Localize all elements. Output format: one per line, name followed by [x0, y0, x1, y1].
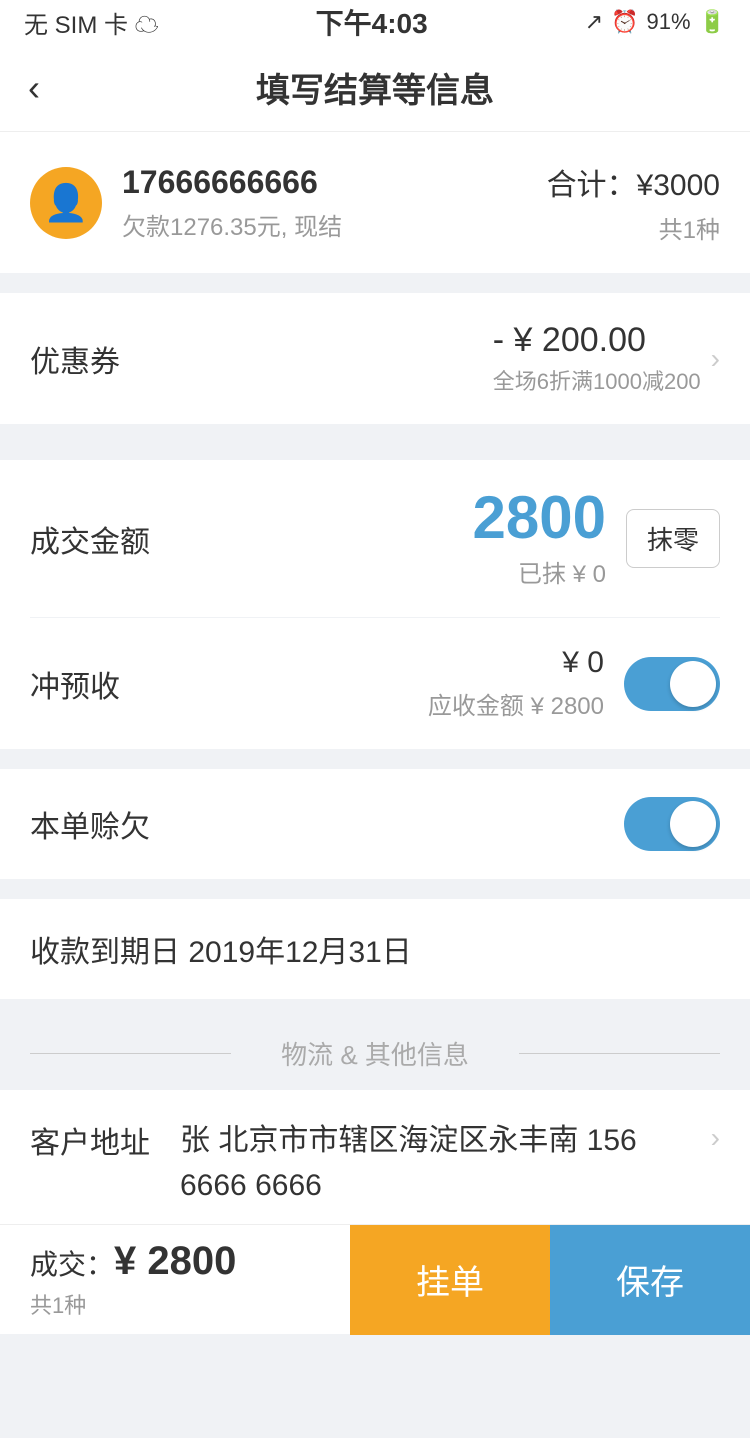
customer-right: 合计：¥3000 共1种: [547, 160, 720, 245]
advance-amount: ¥ 0: [428, 646, 604, 680]
customer-phone: 17666666666: [122, 164, 342, 201]
address-chevron-icon: ›: [711, 1118, 720, 1154]
transaction-amount-group: 2800 已抹 ¥ 0: [473, 488, 606, 589]
nav-bar: ‹ 填写结算等信息: [0, 44, 750, 132]
divider-2: [0, 442, 750, 460]
advance-label: 冲预收: [30, 662, 120, 706]
status-time: 下午4:03: [316, 2, 428, 42]
due-date-section: 收款到期日 2019年12月31日: [0, 899, 750, 999]
logistics-text: 物流 & 其他信息: [281, 1035, 469, 1072]
advance-row: 冲预收 ¥ 0 应收金额 ¥ 2800: [30, 617, 720, 749]
divider-3: [0, 751, 750, 769]
advance-toggle-knob: [670, 661, 716, 707]
debt-label: 本单赊欠: [30, 802, 150, 846]
status-right: ↗ ⏰ 91% 🔋: [585, 9, 726, 35]
advance-toggle[interactable]: [624, 657, 720, 711]
status-left: 无 SIM 卡 ☁: [24, 5, 159, 40]
customer-left: 👤 17666666666 欠款1276.35元, 现结: [30, 164, 342, 242]
customer-count: 共1种: [547, 210, 720, 245]
coupon-desc: 全场6折满1000减200: [493, 364, 701, 396]
address-section[interactable]: 客户地址 张 北京市市辖区海淀区永丰南 156 6666 6666 ›: [0, 1090, 750, 1236]
advance-sub: 应收金额 ¥ 2800: [428, 686, 604, 721]
battery-text: 91%: [647, 9, 691, 35]
back-button[interactable]: ‹: [28, 67, 40, 109]
due-date-text: 收款到期日 2019年12月31日: [30, 927, 720, 971]
sim-text: 无 SIM 卡 ☁: [24, 5, 159, 40]
debt-toggle-knob: [670, 801, 716, 847]
avatar-icon: 👤: [44, 182, 89, 224]
save-button[interactable]: 保存: [550, 1225, 750, 1335]
round-off-button[interactable]: 抹零: [626, 509, 720, 568]
customer-info: 17666666666 欠款1276.35元, 现结: [122, 164, 342, 242]
divider-1: [0, 275, 750, 293]
transaction-row: 成交金额 2800 已抹 ¥ 0 抹零: [30, 460, 720, 617]
transaction-section: 成交金额 2800 已抹 ¥ 0 抹零 冲预收 ¥ 0 应收金额 ¥ 2800: [0, 460, 750, 749]
debt-toggle[interactable]: [624, 797, 720, 851]
advance-amount-group: ¥ 0 应收金额 ¥ 2800: [428, 646, 604, 721]
logistics-divider: 物流 & 其他信息: [0, 1017, 750, 1090]
location-icon: ↗: [585, 9, 603, 35]
advance-right: ¥ 0 应收金额 ¥ 2800: [428, 646, 720, 721]
coupon-row[interactable]: 优惠券 - ¥ 200.00 全场6折满1000减200 ›: [0, 293, 750, 424]
coupon-label: 优惠券: [30, 337, 120, 381]
battery-icon: 🔋: [699, 9, 726, 35]
debt-section: 本单赊欠: [0, 769, 750, 879]
transaction-sub: 已抹 ¥ 0: [473, 554, 606, 589]
bottom-summary: 成交：¥ 2800 共1种: [0, 1239, 350, 1320]
address-label: 客户地址: [30, 1118, 150, 1162]
status-bar: 无 SIM 卡 ☁ 下午4:03 ↗ ⏰ 91% 🔋: [0, 0, 750, 44]
page-title: 填写结算等信息: [256, 63, 494, 112]
bottom-deal-count: 共1种: [30, 1288, 320, 1320]
coupon-amount: - ¥ 200.00: [493, 321, 701, 360]
avatar: 👤: [30, 167, 102, 239]
coupon-chevron-icon: ›: [711, 343, 720, 375]
divider-4: [0, 881, 750, 899]
logistics-line-right: [519, 1053, 720, 1054]
transaction-amount: 2800: [473, 488, 606, 548]
address-content: 张 北京市市辖区海淀区永丰南 156 6666 6666: [180, 1118, 711, 1208]
hold-button[interactable]: 挂单: [350, 1225, 550, 1335]
alarm-icon: ⏰: [611, 9, 638, 35]
customer-debt: 欠款1276.35元, 现结: [122, 207, 342, 242]
customer-total: 合计：¥3000: [547, 160, 720, 204]
bottom-deal-label: 成交：¥ 2800: [30, 1239, 320, 1284]
transaction-right: 2800 已抹 ¥ 0 抹零: [473, 488, 721, 589]
coupon-right: - ¥ 200.00 全场6折满1000减200 ›: [493, 321, 720, 396]
logistics-line-left: [30, 1053, 231, 1054]
customer-card: 👤 17666666666 欠款1276.35元, 现结 合计：¥3000 共1…: [0, 132, 750, 273]
deal-prefix: 成交：: [30, 1249, 114, 1280]
coupon-info: - ¥ 200.00 全场6折满1000减200: [493, 321, 701, 396]
bottom-bar: 成交：¥ 2800 共1种 挂单 保存: [0, 1224, 750, 1334]
transaction-label: 成交金额: [30, 517, 150, 561]
deal-amount: ¥ 2800: [114, 1239, 236, 1283]
